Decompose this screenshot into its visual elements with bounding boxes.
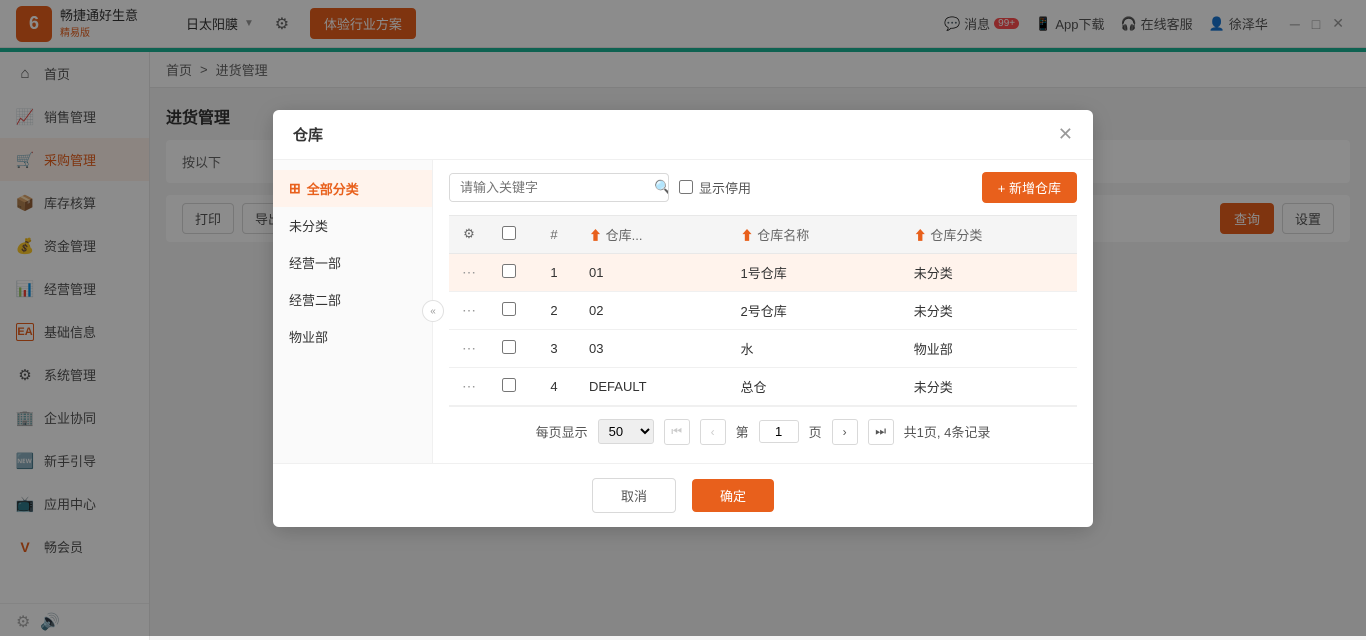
cancel-button[interactable]: 取消 — [592, 478, 676, 513]
cat-label-dept2: 经营二部 — [289, 290, 341, 309]
row-more-icon[interactable]: ⋯ — [462, 378, 476, 394]
modal-title: 仓库 — [293, 124, 323, 145]
sort-icon-code: ⬆ — [589, 228, 602, 243]
add-warehouse-button[interactable]: + 新增仓库 — [982, 172, 1077, 203]
confirm-button[interactable]: 确定 — [692, 479, 774, 512]
cat-label-all: 全部分类 — [307, 179, 359, 198]
col-header-code: ⬆ 仓库... — [579, 215, 731, 253]
table-row[interactable]: ⋯ 2 02 2号仓库 未分类 — [449, 291, 1077, 329]
row-action: ⋯ — [449, 253, 489, 291]
col-header-settings: ⚙ — [449, 215, 489, 253]
col-header-category: ⬆ 仓库分类 — [904, 215, 1077, 253]
category-sidebar: ⊞ 全部分类 未分类 经营一部 经营二部 物业部 « — [273, 160, 433, 463]
cat-item-property[interactable]: 物业部 — [273, 318, 432, 355]
row-num: 1 — [529, 253, 579, 291]
page-unit: 页 — [809, 422, 822, 441]
cat-item-none[interactable]: 未分类 — [273, 207, 432, 244]
modal-body: ⊞ 全部分类 未分类 经营一部 经营二部 物业部 « — [273, 160, 1093, 463]
row-check — [489, 253, 529, 291]
row-num: 3 — [529, 329, 579, 367]
table-header-row: ⚙ # ⬆ 仓库... — [449, 215, 1077, 253]
row-name: 水 — [731, 329, 904, 367]
row-code: 01 — [579, 253, 731, 291]
row-more-icon[interactable]: ⋯ — [462, 302, 476, 318]
cat-item-dept1[interactable]: 经营一部 — [273, 244, 432, 281]
page-input[interactable] — [759, 420, 799, 443]
table-toolbar: 🔍 显示停用 + 新增仓库 — [449, 172, 1077, 203]
search-button[interactable]: 🔍 — [646, 179, 669, 196]
row-num: 2 — [529, 291, 579, 329]
row-more-icon[interactable]: ⋯ — [462, 264, 476, 280]
settings-icon[interactable]: ⚙ — [463, 226, 475, 241]
row-action: ⋯ — [449, 367, 489, 405]
prev-page-button[interactable]: ‹ — [700, 419, 726, 445]
row-code: 03 — [579, 329, 731, 367]
warehouse-modal: 仓库 ✕ ⊞ 全部分类 未分类 经营一部 经营二部 — [273, 110, 1093, 527]
row-num: 4 — [529, 367, 579, 405]
page-label: 第 — [736, 422, 749, 441]
table-area: 🔍 显示停用 + 新增仓库 ⚙ — [433, 160, 1093, 463]
pagination: 每页显示 50 20 100 ⏮ ‹ 第 页 › ⏭ 共1页, 4条记录 — [449, 406, 1077, 451]
row-category: 未分类 — [904, 291, 1077, 329]
row-name: 2号仓库 — [731, 291, 904, 329]
warehouse-table: ⚙ # ⬆ 仓库... — [449, 215, 1077, 406]
cat-item-all[interactable]: ⊞ 全部分类 — [273, 170, 432, 207]
table-scroll: ⚙ # ⬆ 仓库... — [449, 215, 1077, 406]
modal-close-button[interactable]: ✕ — [1058, 125, 1073, 143]
search-input[interactable] — [450, 174, 646, 201]
row-more-icon[interactable]: ⋯ — [462, 340, 476, 356]
row-action: ⋯ — [449, 291, 489, 329]
row-name: 1号仓库 — [731, 253, 904, 291]
row-action: ⋯ — [449, 329, 489, 367]
row-category: 物业部 — [904, 329, 1077, 367]
first-page-button[interactable]: ⏮ — [664, 419, 690, 445]
row-category: 未分类 — [904, 367, 1077, 405]
total-info: 共1页, 4条记录 — [904, 422, 991, 441]
row-check — [489, 291, 529, 329]
next-page-button[interactable]: › — [832, 419, 858, 445]
table-row[interactable]: ⋯ 1 01 1号仓库 未分类 — [449, 253, 1077, 291]
row-name: 总仓 — [731, 367, 904, 405]
all-cat-icon: ⊞ — [289, 180, 301, 197]
cat-label-property: 物业部 — [289, 327, 328, 346]
last-page-button[interactable]: ⏭ — [868, 419, 894, 445]
cat-label-none: 未分类 — [289, 216, 328, 235]
search-box: 🔍 — [449, 173, 669, 202]
row-checkbox[interactable] — [502, 264, 516, 278]
col-header-num: # — [529, 215, 579, 253]
show-disabled-check: 显示停用 — [679, 178, 751, 197]
sort-icon-name: ⬆ — [741, 228, 754, 243]
modal-overlay: 仓库 ✕ ⊞ 全部分类 未分类 经营一部 经营二部 — [0, 0, 1366, 636]
modal-footer: 取消 确定 — [273, 463, 1093, 527]
category-collapse-button[interactable]: « — [422, 300, 444, 322]
cat-item-dept2[interactable]: 经营二部 — [273, 281, 432, 318]
show-disabled-checkbox[interactable] — [679, 180, 693, 194]
row-checkbox[interactable] — [502, 302, 516, 316]
col-header-check — [489, 215, 529, 253]
col-header-name: ⬆ 仓库名称 — [731, 215, 904, 253]
table-row[interactable]: ⋯ 3 03 水 物业部 — [449, 329, 1077, 367]
sort-icon-category: ⬆ — [914, 228, 927, 243]
table-row[interactable]: ⋯ 4 DEFAULT 总仓 未分类 — [449, 367, 1077, 405]
row-checkbox[interactable] — [502, 378, 516, 392]
row-check — [489, 367, 529, 405]
show-disabled-label: 显示停用 — [699, 178, 751, 197]
row-category: 未分类 — [904, 253, 1077, 291]
row-code: DEFAULT — [579, 367, 731, 405]
row-checkbox[interactable] — [502, 340, 516, 354]
select-all-checkbox[interactable] — [502, 226, 516, 240]
row-check — [489, 329, 529, 367]
modal-header: 仓库 ✕ — [273, 110, 1093, 160]
cat-label-dept1: 经营一部 — [289, 253, 341, 272]
per-page-select[interactable]: 50 20 100 — [598, 419, 654, 444]
row-code: 02 — [579, 291, 731, 329]
per-page-label: 每页显示 — [536, 422, 588, 441]
